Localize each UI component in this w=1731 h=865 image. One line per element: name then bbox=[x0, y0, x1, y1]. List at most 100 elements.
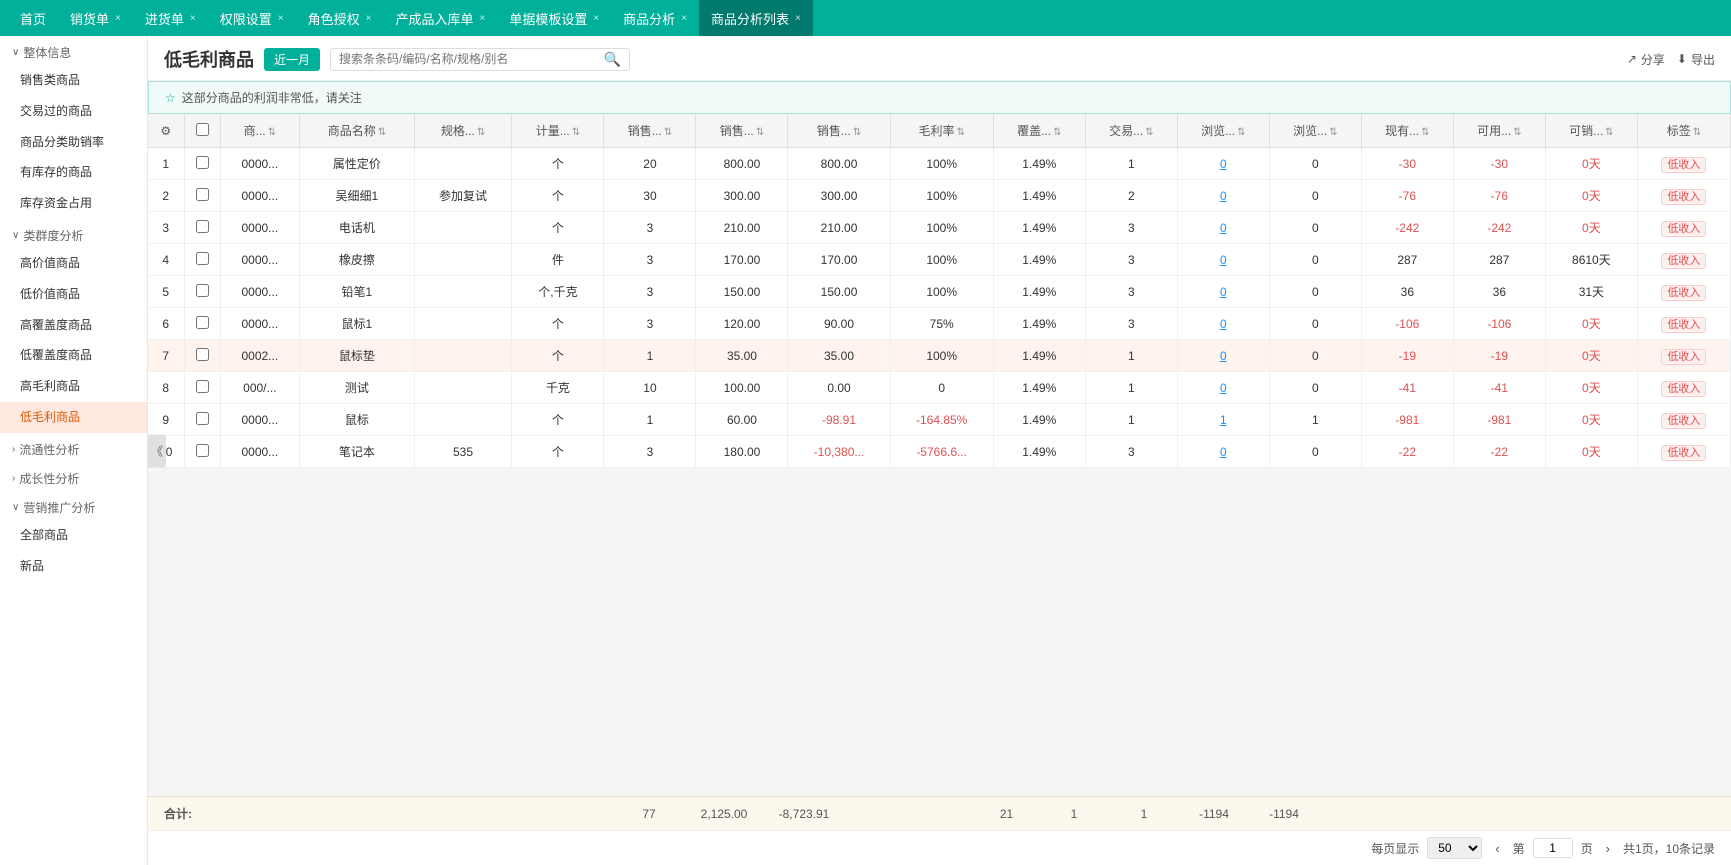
row-checkbox[interactable] bbox=[184, 180, 220, 212]
sidebar-group-overall[interactable]: ∨ 整体信息 bbox=[0, 36, 147, 65]
col-sales-qty[interactable]: 销售...⇅ bbox=[604, 114, 696, 148]
col-sales-amount[interactable]: 销售...⇅ bbox=[788, 114, 890, 148]
sidebar-item-all-products[interactable]: 全部商品 bbox=[0, 520, 147, 551]
sidebar-item-stock-capital[interactable]: 库存资金占用 bbox=[0, 188, 147, 219]
row-sales-amount: -98.91 bbox=[788, 404, 890, 436]
close-icon[interactable]: × bbox=[795, 13, 801, 24]
col-browse1[interactable]: 浏览...⇅ bbox=[1177, 114, 1269, 148]
row-select-checkbox[interactable] bbox=[196, 348, 209, 361]
sidebar-group-growth[interactable]: › 成长性分析 bbox=[0, 462, 147, 491]
share-button[interactable]: ↗ 分享 bbox=[1627, 51, 1665, 68]
row-browse1[interactable]: 0 bbox=[1177, 436, 1269, 468]
row-checkbox[interactable] bbox=[184, 340, 220, 372]
col-saleable[interactable]: 可销...⇅ bbox=[1545, 114, 1637, 148]
sidebar-group-cluster[interactable]: ∨ 类群度分析 bbox=[0, 219, 147, 248]
table-header-row: ⚙ 商...⇅ 商品名称⇅ 规格...⇅ 计量...⇅ 销售...⇅ 销售...… bbox=[148, 114, 1731, 148]
row-sales-price: 170.00 bbox=[696, 244, 788, 276]
page-input[interactable] bbox=[1533, 838, 1573, 858]
row-select-checkbox[interactable] bbox=[196, 412, 209, 425]
row-select-checkbox[interactable] bbox=[196, 380, 209, 393]
search-input[interactable] bbox=[339, 52, 604, 66]
row-browse2: 0 bbox=[1269, 244, 1361, 276]
per-page-select[interactable]: 50 100 bbox=[1427, 837, 1482, 859]
row-browse1[interactable]: 1 bbox=[1177, 404, 1269, 436]
export-button[interactable]: ⬇ 导出 bbox=[1677, 51, 1715, 68]
nav-product-analysis[interactable]: 商品分析 × bbox=[611, 0, 699, 36]
col-current-stock[interactable]: 现有...⇅ bbox=[1361, 114, 1453, 148]
row-checkbox[interactable] bbox=[184, 244, 220, 276]
sidebar-collapse-button[interactable]: 《 bbox=[148, 434, 166, 467]
row-coverage: 1.49% bbox=[993, 372, 1085, 404]
col-gross-margin[interactable]: 毛利率⇅ bbox=[890, 114, 993, 148]
col-code[interactable]: 商...⇅ bbox=[220, 114, 300, 148]
row-browse1[interactable]: 0 bbox=[1177, 180, 1269, 212]
sidebar-item-high-coverage[interactable]: 高覆盖度商品 bbox=[0, 310, 147, 341]
nav-sales-order[interactable]: 销货单 × bbox=[58, 0, 133, 36]
select-all-checkbox[interactable] bbox=[196, 123, 209, 136]
col-available[interactable]: 可用...⇅ bbox=[1453, 114, 1545, 148]
row-checkbox[interactable] bbox=[184, 148, 220, 180]
nav-role-auth[interactable]: 角色授权 × bbox=[296, 0, 384, 36]
close-icon[interactable]: × bbox=[278, 13, 284, 24]
sidebar-item-traded-products[interactable]: 交易过的商品 bbox=[0, 96, 147, 127]
close-icon[interactable]: × bbox=[190, 13, 196, 24]
sidebar-item-sales-products[interactable]: 销售类商品 bbox=[0, 65, 147, 96]
sidebar-group-circulation[interactable]: › 流通性分析 bbox=[0, 433, 147, 462]
col-spec[interactable]: 规格...⇅ bbox=[414, 114, 512, 148]
col-name[interactable]: 商品名称⇅ bbox=[300, 114, 414, 148]
col-sales-price[interactable]: 销售...⇅ bbox=[696, 114, 788, 148]
sidebar-item-high-margin[interactable]: 高毛利商品 bbox=[0, 371, 147, 402]
nav-permissions[interactable]: 权限设置 × bbox=[208, 0, 296, 36]
col-unit[interactable]: 计量...⇅ bbox=[512, 114, 604, 148]
next-page-button[interactable]: › bbox=[1601, 839, 1615, 858]
row-checkbox[interactable] bbox=[184, 404, 220, 436]
row-select-checkbox[interactable] bbox=[196, 156, 209, 169]
close-icon[interactable]: × bbox=[366, 13, 372, 24]
sidebar-item-in-stock[interactable]: 有库存的商品 bbox=[0, 157, 147, 188]
row-checkbox[interactable] bbox=[184, 276, 220, 308]
row-select-checkbox[interactable] bbox=[196, 444, 209, 457]
close-icon[interactable]: × bbox=[115, 13, 121, 24]
col-browse2[interactable]: 浏览...⇅ bbox=[1269, 114, 1361, 148]
row-checkbox[interactable] bbox=[184, 308, 220, 340]
sidebar-group-marketing[interactable]: ∨ 营销推广分析 bbox=[0, 491, 147, 520]
filter-recent-month-button[interactable]: 近一月 bbox=[264, 48, 320, 71]
col-tag[interactable]: 标签⇅ bbox=[1637, 114, 1730, 148]
row-browse1[interactable]: 0 bbox=[1177, 244, 1269, 276]
row-select-checkbox[interactable] bbox=[196, 220, 209, 233]
row-browse1[interactable]: 0 bbox=[1177, 308, 1269, 340]
row-current-stock: -41 bbox=[1361, 372, 1453, 404]
row-select-checkbox[interactable] bbox=[196, 284, 209, 297]
search-icon[interactable]: 🔍 bbox=[604, 51, 621, 68]
col-trans-count[interactable]: 交易...⇅ bbox=[1085, 114, 1177, 148]
row-select-checkbox[interactable] bbox=[196, 188, 209, 201]
row-browse1[interactable]: 0 bbox=[1177, 340, 1269, 372]
sidebar-item-low-margin[interactable]: 低毛利商品 bbox=[0, 402, 147, 433]
nav-product-analysis-list[interactable]: 商品分析列表 × bbox=[699, 0, 813, 36]
nav-product-entry[interactable]: 产成品入库单 × bbox=[383, 0, 497, 36]
row-select-checkbox[interactable] bbox=[196, 316, 209, 329]
nav-template-settings[interactable]: 单据模板设置 × bbox=[497, 0, 611, 36]
nav-purchase-order[interactable]: 进货单 × bbox=[133, 0, 208, 36]
sidebar-item-low-value[interactable]: 低价值商品 bbox=[0, 279, 147, 310]
prev-page-button[interactable]: ‹ bbox=[1490, 839, 1504, 858]
row-browse1[interactable]: 0 bbox=[1177, 276, 1269, 308]
row-browse1[interactable]: 0 bbox=[1177, 372, 1269, 404]
row-checkbox[interactable] bbox=[184, 372, 220, 404]
sidebar-item-high-value[interactable]: 高价值商品 bbox=[0, 248, 147, 279]
row-select-checkbox[interactable] bbox=[196, 252, 209, 265]
row-checkbox[interactable] bbox=[184, 436, 220, 468]
row-browse1[interactable]: 0 bbox=[1177, 148, 1269, 180]
nav-home[interactable]: 首页 bbox=[8, 0, 58, 36]
close-icon[interactable]: × bbox=[681, 13, 687, 24]
sidebar-item-new-products[interactable]: 新品 bbox=[0, 551, 147, 582]
row-trans-count: 1 bbox=[1085, 404, 1177, 436]
row-checkbox[interactable] bbox=[184, 212, 220, 244]
col-coverage[interactable]: 覆盖...⇅ bbox=[993, 114, 1085, 148]
close-icon[interactable]: × bbox=[479, 13, 485, 24]
sidebar-item-category-rate[interactable]: 商品分类助销率 bbox=[0, 127, 147, 158]
col-settings[interactable]: ⚙ bbox=[148, 114, 184, 148]
row-browse1[interactable]: 0 bbox=[1177, 212, 1269, 244]
sidebar-item-low-coverage[interactable]: 低覆盖度商品 bbox=[0, 340, 147, 371]
close-icon[interactable]: × bbox=[593, 13, 599, 24]
